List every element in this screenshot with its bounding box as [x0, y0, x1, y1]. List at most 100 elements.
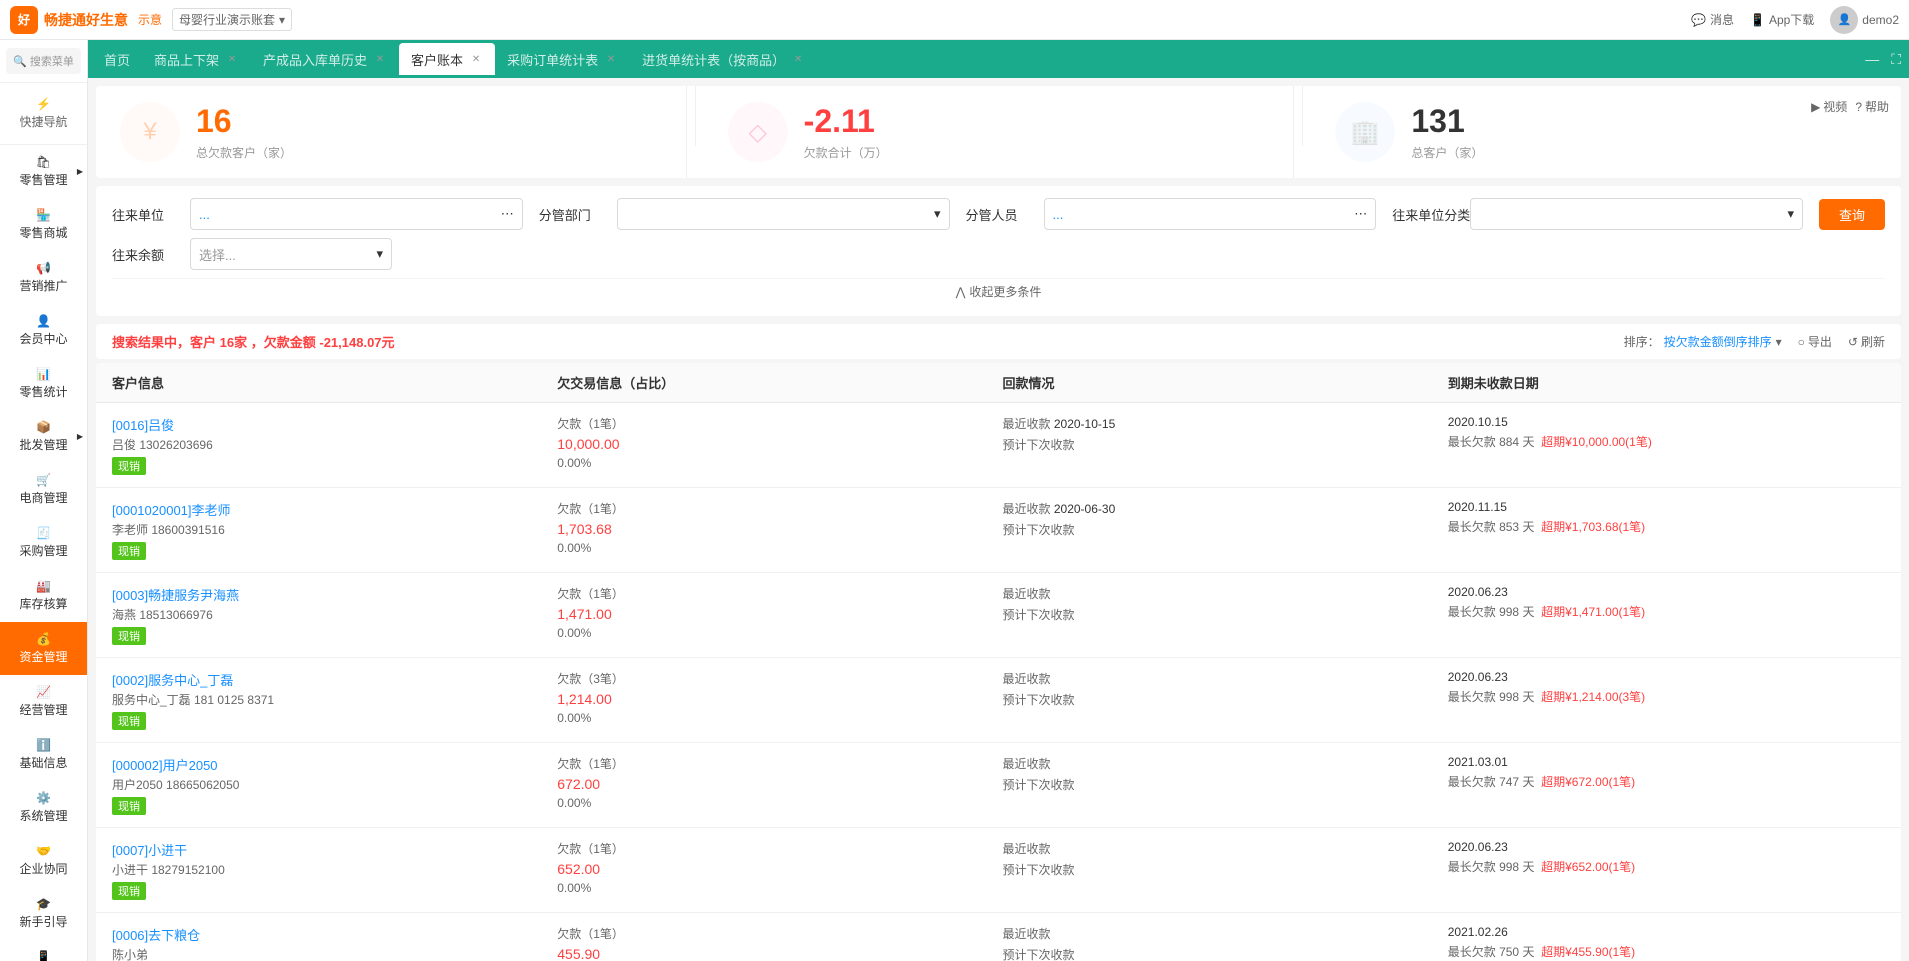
customer-info-cell: [0006]去下粮仓 陈小弟 现销: [112, 925, 549, 961]
tab-home[interactable]: 首页: [92, 43, 142, 75]
sidebar-item-purchase-mgmt[interactable]: 🧾 采购管理: [0, 516, 87, 569]
debt-info-cell: 欠款（1笔） 1,471.00 0.00%: [557, 585, 994, 640]
sidebar-item-guide[interactable]: 🎓 新手引导: [0, 887, 87, 940]
sidebar-item-retail-mall[interactable]: 🏪 零售商城: [0, 198, 87, 251]
collapse-button[interactable]: ⋀ 收起更多条件: [956, 283, 1042, 300]
due-date-cell: 2020.06.23 最长欠款 998 天 超期¥1,471.00(1笔): [1448, 585, 1885, 620]
sidebar-item-app-center[interactable]: 📱 应用中心: [0, 940, 87, 961]
col-customer-info: 客户信息: [112, 373, 549, 392]
video-button[interactable]: ▶ 视频: [1811, 98, 1847, 115]
tabs-minimize-button[interactable]: —: [1861, 47, 1883, 72]
customer-name-link[interactable]: [0003]畅捷服务尹海燕: [112, 585, 549, 604]
tab-purchase-order-label: 采购订单统计表: [507, 50, 598, 69]
tab-product-shelf[interactable]: 商品上下架 ✕: [142, 43, 251, 75]
customer-tag: 现销: [112, 797, 146, 815]
chevron-down-icon: ▾: [279, 13, 285, 27]
overdue-link[interactable]: 超期¥1,214.00(3笔): [1541, 690, 1645, 704]
query-button[interactable]: 查询: [1819, 199, 1885, 230]
total-customers-value: 131: [1411, 103, 1877, 140]
tab-close-icon[interactable]: ✕: [225, 52, 239, 66]
sidebar-item-operations[interactable]: 📈 经营管理: [0, 675, 87, 728]
tab-customer-account[interactable]: 客户账本 ✕: [399, 43, 495, 75]
debt-amount[interactable]: 1,703.68: [557, 521, 994, 537]
due-date-cell: 2020.06.23 最长欠款 998 天 超期¥652.00(1笔): [1448, 840, 1885, 875]
recovery-cell: 最近收款 预计下次收款: [1003, 755, 1440, 793]
last-payment-date: 2020-10-15: [1054, 417, 1115, 431]
sidebar-item-quick-nav[interactable]: ⚡ 快捷导航: [0, 89, 87, 138]
customer-name-link[interactable]: [0016]吕俊: [112, 415, 549, 434]
sidebar-item-inventory[interactable]: 🏭 库存核算: [0, 569, 87, 622]
overdue-days: 最长欠款 750 天 超期¥455.90(1笔): [1448, 943, 1885, 960]
customer-name-link[interactable]: [0007]小进干: [112, 840, 549, 859]
help-button[interactable]: ? 帮助: [1855, 98, 1889, 115]
finance-icon: 💰: [36, 632, 51, 646]
sort-value[interactable]: 按欠款金额倒序排序: [1664, 333, 1772, 350]
customer-name-link[interactable]: [0002]服务中心_丁磊: [112, 670, 549, 689]
overdue-link[interactable]: 超期¥455.90(1笔): [1541, 945, 1635, 959]
tab-purchase-order[interactable]: 采购订单统计表 ✕: [495, 43, 630, 75]
customer-name-link[interactable]: [0006]去下粮仓: [112, 925, 549, 944]
search-menu-button[interactable]: 🔍 搜索菜单: [6, 48, 81, 74]
tab-close-icon[interactable]: ✕: [373, 52, 387, 66]
overdue-link[interactable]: 超期¥1,703.68(1笔): [1541, 520, 1645, 534]
user-profile[interactable]: 👤 demo2: [1830, 6, 1899, 34]
overdue-link[interactable]: 超期¥10,000.00(1笔): [1541, 435, 1652, 449]
debt-amount[interactable]: 10,000.00: [557, 436, 994, 452]
filter-balance-select[interactable]: 选择... ▾: [190, 238, 392, 270]
filter-dept-select[interactable]: ▾: [617, 198, 950, 230]
tab-goods-stats[interactable]: 进货单统计表（按商品） ✕: [630, 43, 817, 75]
sidebar-item-basic-info[interactable]: ℹ️ 基础信息: [0, 728, 87, 781]
due-date: 2020.11.15: [1448, 500, 1885, 514]
debt-amount[interactable]: 672.00: [557, 776, 994, 792]
message-button[interactable]: 💬 消息: [1691, 11, 1734, 28]
overdue-link[interactable]: 超期¥672.00(1笔): [1541, 775, 1635, 789]
due-date: 2021.03.01: [1448, 755, 1885, 769]
customer-phone: 李老师 18600391516: [112, 521, 549, 538]
collapse-label: 收起更多条件: [969, 283, 1041, 300]
sidebar-item-enterprise[interactable]: 🤝 企业协同: [0, 834, 87, 887]
sidebar-item-retail-stats[interactable]: 📊 零售统计: [0, 357, 87, 410]
sidebar-item-batch-mgmt[interactable]: 📦 批发管理: [0, 410, 87, 463]
debt-amount[interactable]: 652.00: [557, 861, 994, 877]
debt-amount[interactable]: 1,214.00: [557, 691, 994, 707]
sidebar-item-label: 零售商城: [19, 224, 67, 241]
sidebar-item-finance[interactable]: 💰 资金管理: [0, 622, 87, 675]
results-text-mid: ，欠款金额: [251, 335, 316, 350]
sidebar-item-marketing[interactable]: 📢 营销推广: [0, 251, 87, 304]
debt-amount[interactable]: 455.90: [557, 946, 994, 961]
tab-close-icon[interactable]: ✕: [791, 52, 805, 66]
app-download-button[interactable]: 📱 App下载: [1750, 11, 1814, 28]
overdue-link[interactable]: 超期¥652.00(1笔): [1541, 860, 1635, 874]
due-date-cell: 2021.02.26 最长欠款 750 天 超期¥455.90(1笔): [1448, 925, 1885, 960]
recovery-cell: 最近收款 2020-06-30 预计下次收款: [1003, 500, 1440, 538]
filter-category-select[interactable]: ▾: [1470, 198, 1803, 230]
top-link[interactable]: 示意: [138, 11, 162, 28]
inventory-icon: 🏭: [36, 579, 51, 593]
overdue-link[interactable]: 超期¥1,471.00(1笔): [1541, 605, 1645, 619]
tab-home-label: 首页: [104, 50, 130, 69]
customer-tag: 现销: [112, 627, 146, 645]
debt-amount[interactable]: 1,471.00: [557, 606, 994, 622]
filter-unit-input[interactable]: ... ⋯: [190, 198, 523, 230]
tab-product-history[interactable]: 产成品入库单历史 ✕: [251, 43, 399, 75]
export-button[interactable]: ○ 导出: [1798, 333, 1832, 350]
sidebar-item-ecommerce[interactable]: 🛒 电商管理: [0, 463, 87, 516]
tab-close-icon[interactable]: ✕: [469, 52, 483, 66]
refresh-button[interactable]: ↺ 刷新: [1848, 333, 1885, 350]
sidebar-item-member[interactable]: 👤 会员中心: [0, 304, 87, 357]
tab-close-icon[interactable]: ✕: [604, 52, 618, 66]
customer-info-cell: [0002]服务中心_丁磊 服务中心_丁磊 181 0125 8371 现销: [112, 670, 549, 730]
sidebar-item-system[interactable]: ⚙️ 系统管理: [0, 781, 87, 834]
tabs-maximize-button[interactable]: ⛶: [1887, 47, 1905, 72]
due-date: 2020.06.23: [1448, 585, 1885, 599]
customer-name-link[interactable]: [0001020001]李老师: [112, 500, 549, 519]
total-customers-info: 131 总客户（家）: [1411, 103, 1877, 161]
table-row: [000002]用户2050 用户2050 18665062050 现销 欠款（…: [96, 743, 1901, 828]
sidebar-item-retail-mgmt[interactable]: 🛍 零售管理: [0, 145, 87, 198]
debt-ratio: 0.00%: [557, 881, 994, 895]
store-selector[interactable]: 母婴行业演示账套 ▾: [172, 8, 292, 31]
customer-name-link[interactable]: [000002]用户2050: [112, 755, 549, 774]
table-row: [0007]小进干 小进干 18279152100 现销 欠款（1笔） 652.…: [96, 828, 1901, 913]
filter-person-input[interactable]: ... ⋯: [1044, 198, 1377, 230]
due-date: 2021.02.26: [1448, 925, 1885, 939]
